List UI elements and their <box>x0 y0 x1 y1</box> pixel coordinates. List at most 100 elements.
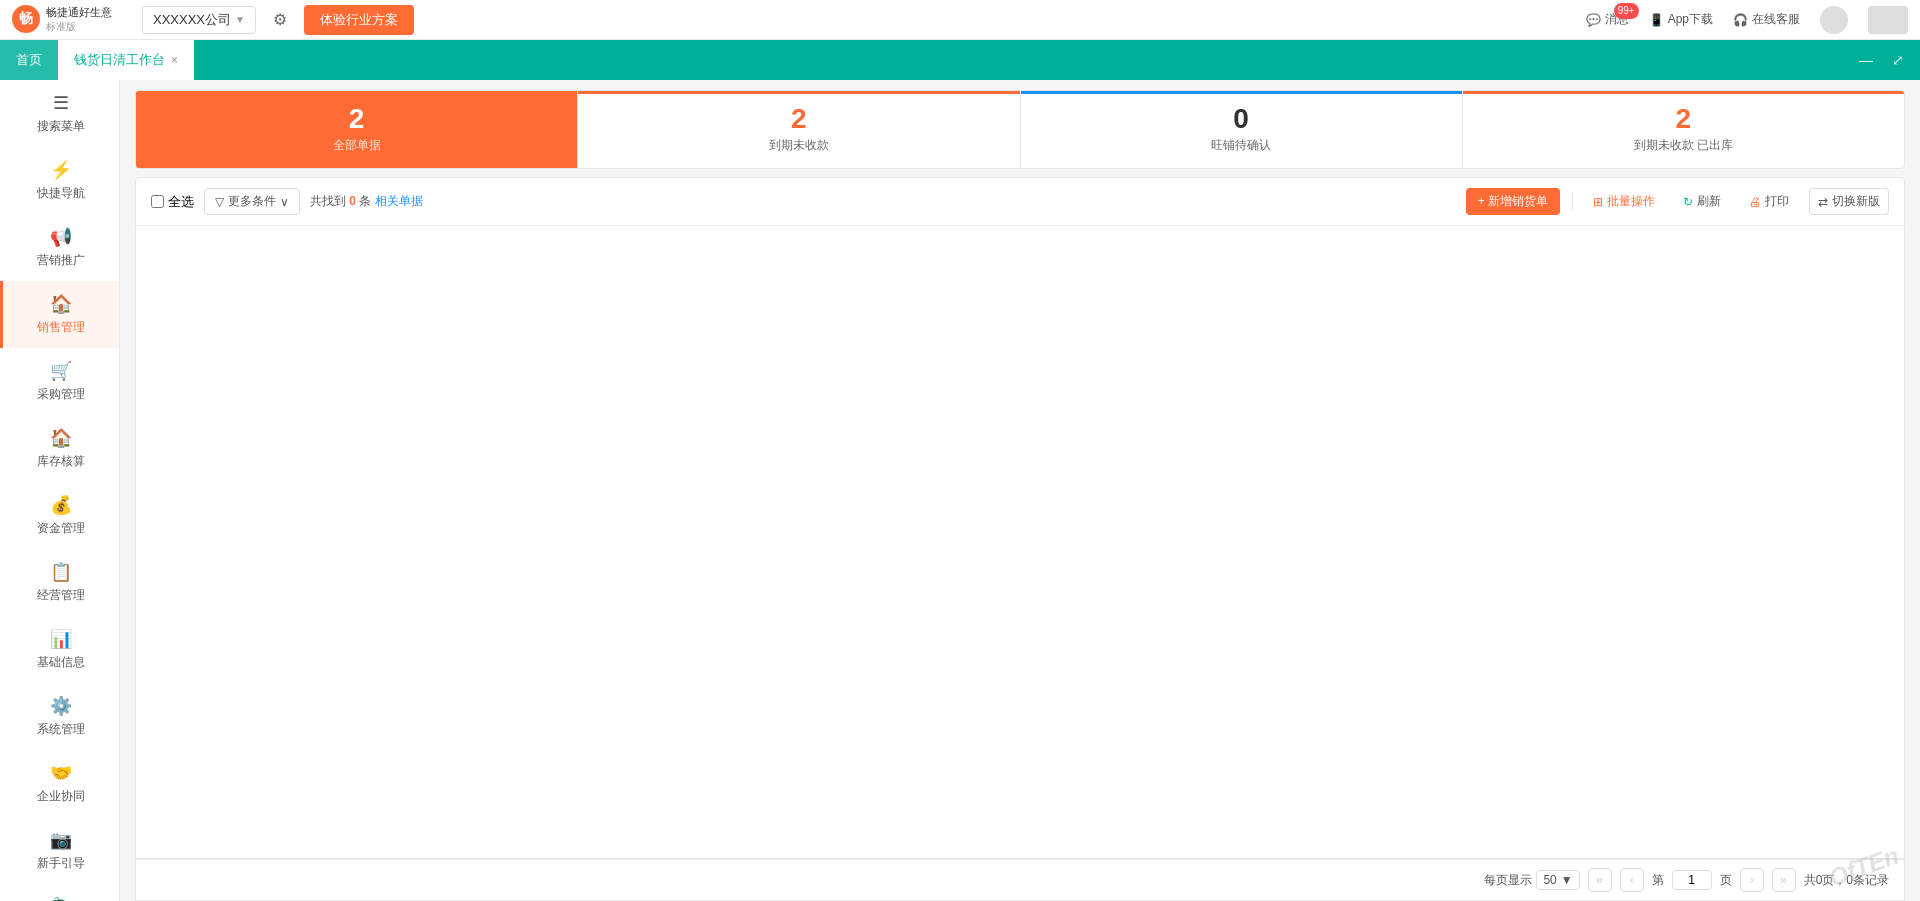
batch-icon: ⊞ <box>1593 195 1603 209</box>
total-records: 共0页，0条记录 <box>1804 872 1889 889</box>
app-center-icon: 🛍️ <box>50 896 72 901</box>
logo-icon: 畅 <box>12 5 40 33</box>
maximize-icon[interactable]: ⤢ <box>1886 48 1910 72</box>
messages-badge: 99+ <box>1614 3 1639 19</box>
more-filters-button[interactable]: ▽ 更多条件 ∨ <box>204 188 300 215</box>
app-download-button[interactable]: 📱 App下载 <box>1649 11 1713 28</box>
card-indicator-all <box>136 91 577 94</box>
sidebar-item-operations[interactable]: 📋 经营管理 <box>0 549 119 616</box>
operations-icon: 📋 <box>50 561 72 583</box>
sidebar-item-marketing[interactable]: 📢 营销推广 <box>0 214 119 281</box>
card-all[interactable]: 2 全部单据 <box>136 91 578 168</box>
last-page-button[interactable]: » <box>1772 868 1796 892</box>
sales-icon: 🏠 <box>50 293 72 315</box>
card-indicator-wangpu <box>1021 91 1462 94</box>
refresh-button[interactable]: ↻ 刷新 <box>1675 189 1729 214</box>
page-input[interactable] <box>1672 870 1712 890</box>
sidebar-item-app-center[interactable]: 🛍️ 应用中心 <box>0 884 119 901</box>
batch-operation-button[interactable]: ⊞ 批量操作 <box>1585 189 1663 214</box>
next-page-button[interactable]: › <box>1740 868 1764 892</box>
user-menu[interactable] <box>1868 6 1908 34</box>
top-right: 💬 消息 99+ 📱 App下载 🎧 在线客服 <box>1586 6 1908 34</box>
refresh-icon: ↻ <box>1683 195 1693 209</box>
basic-info-icon: 📊 <box>50 628 72 650</box>
online-service-button[interactable]: 🎧 在线客服 <box>1733 11 1800 28</box>
content-area: 2 全部单据 2 到期未收款 0 旺铺待确认 2 到期未收款 已出库 <box>120 80 1920 901</box>
chevron-down-icon: ▼ <box>1561 873 1573 887</box>
sidebar-item-search[interactable]: ☰ 搜索菜单 <box>0 80 119 147</box>
minimize-icon[interactable]: — <box>1854 48 1878 72</box>
summary-cards: 2 全部单据 2 到期未收款 0 旺铺待确认 2 到期未收款 已出库 <box>135 90 1905 169</box>
purchase-icon: 🛒 <box>50 360 72 382</box>
toolbar-left: 全选 ▽ 更多条件 ∨ 共找到 0 条 相关单据 <box>151 188 423 215</box>
card-overdue[interactable]: 2 到期未收款 <box>578 91 1020 168</box>
settings-button[interactable]: ⚙ <box>266 6 294 34</box>
page-size-dropdown[interactable]: 50 ▼ <box>1536 870 1579 890</box>
switch-version-button[interactable]: ⇄ 切换新版 <box>1809 188 1889 215</box>
sidebar-item-sales[interactable]: 🏠 销售管理 <box>0 281 119 348</box>
nav-tabs: 首页 钱货日清工作台 × — ⤢ <box>0 40 1920 80</box>
card-shipped[interactable]: 2 到期未收款 已出库 <box>1463 91 1904 168</box>
divider <box>1572 194 1573 210</box>
sidebar-item-quick-nav[interactable]: ⚡ 快捷导航 <box>0 147 119 214</box>
toolbar: 全选 ▽ 更多条件 ∨ 共找到 0 条 相关单据 + 新增销货单 ⊞ <box>135 177 1905 226</box>
chevron-down-icon: ∨ <box>280 195 289 209</box>
tab-workbench[interactable]: 钱货日清工作台 × <box>58 40 194 80</box>
main-layout: ☰ 搜索菜单 ⚡ 快捷导航 📢 营销推广 🏠 销售管理 🛒 采购管理 🏠 库存核… <box>0 80 1920 901</box>
card-label-wangpu: 旺铺待确认 <box>1211 137 1271 154</box>
avatar[interactable] <box>1820 6 1848 34</box>
switch-icon: ⇄ <box>1818 195 1828 209</box>
pagination: 每页显示 50 ▼ « ‹ 第 页 › » 共0页，0条记录 <box>135 859 1905 901</box>
messages-button[interactable]: 💬 消息 99+ <box>1586 11 1629 28</box>
message-icon: 💬 <box>1586 13 1601 27</box>
card-num-overdue: 2 <box>791 105 807 133</box>
guide-icon: 📷 <box>50 829 72 851</box>
card-label-overdue: 到期未收款 <box>769 137 829 154</box>
quick-nav-icon: ⚡ <box>50 159 72 181</box>
search-menu-icon: ☰ <box>53 92 69 114</box>
sidebar-item-purchase[interactable]: 🛒 采购管理 <box>0 348 119 415</box>
close-tab-icon[interactable]: × <box>171 53 178 67</box>
sidebar: ☰ 搜索菜单 ⚡ 快捷导航 📢 营销推广 🏠 销售管理 🛒 采购管理 🏠 库存核… <box>0 80 120 901</box>
card-num-all: 2 <box>349 105 365 133</box>
sidebar-item-finance[interactable]: 💰 资金管理 <box>0 482 119 549</box>
top-bar: 畅 畅捷通好生意 标准版 XXXXXX公司 ▼ ⚙ 体验行业方案 💬 消息 99… <box>0 0 1920 40</box>
inventory-icon: 🏠 <box>50 427 72 449</box>
first-page-button[interactable]: « <box>1588 868 1612 892</box>
select-all-input[interactable] <box>151 195 164 208</box>
card-num-shipped: 2 <box>1676 105 1692 133</box>
card-num-wangpu: 0 <box>1233 105 1249 133</box>
card-label-shipped: 到期未收款 已出库 <box>1634 137 1733 154</box>
chevron-down-icon: ▼ <box>235 14 245 25</box>
print-button[interactable]: 🖨 打印 <box>1741 189 1797 214</box>
sidebar-item-inventory[interactable]: 🏠 库存核算 <box>0 415 119 482</box>
logo-area: 畅 畅捷通好生意 标准版 <box>12 5 132 33</box>
related-orders-link[interactable]: 相关单据 <box>375 194 423 208</box>
sidebar-item-system[interactable]: ⚙️ 系统管理 <box>0 683 119 750</box>
logo-sub: 标准版 <box>46 20 112 34</box>
table-area <box>135 226 1905 859</box>
download-icon: 📱 <box>1649 13 1664 27</box>
card-wangpu[interactable]: 0 旺铺待确认 <box>1021 91 1463 168</box>
logo-text: 畅捷通好生意 <box>46 5 112 19</box>
card-indicator-shipped <box>1463 91 1904 94</box>
empty-area <box>136 226 1904 858</box>
sidebar-item-guide[interactable]: 📷 新手引导 <box>0 817 119 884</box>
add-sales-order-button[interactable]: + 新增销货单 <box>1466 188 1560 215</box>
found-text: 共找到 0 条 相关单据 <box>310 193 423 210</box>
trial-button[interactable]: 体验行业方案 <box>304 5 414 35</box>
company-selector[interactable]: XXXXXX公司 ▼ <box>142 6 256 34</box>
select-all-checkbox[interactable]: 全选 <box>151 193 194 211</box>
card-label-all: 全部单据 <box>333 137 381 154</box>
toolbar-right: + 新增销货单 ⊞ 批量操作 ↻ 刷新 🖨 打印 ⇄ 切换新版 <box>1466 188 1889 215</box>
tab-home[interactable]: 首页 <box>0 40 58 80</box>
page-size-select: 每页显示 50 ▼ <box>1484 870 1579 890</box>
cooperation-icon: 🤝 <box>50 762 72 784</box>
prev-page-button[interactable]: ‹ <box>1620 868 1644 892</box>
sidebar-item-cooperation[interactable]: 🤝 企业协同 <box>0 750 119 817</box>
marketing-icon: 📢 <box>50 226 72 248</box>
card-indicator-overdue <box>578 91 1019 94</box>
system-icon: ⚙️ <box>50 695 72 717</box>
filter-icon: ▽ <box>215 195 224 209</box>
sidebar-item-basic-info[interactable]: 📊 基础信息 <box>0 616 119 683</box>
